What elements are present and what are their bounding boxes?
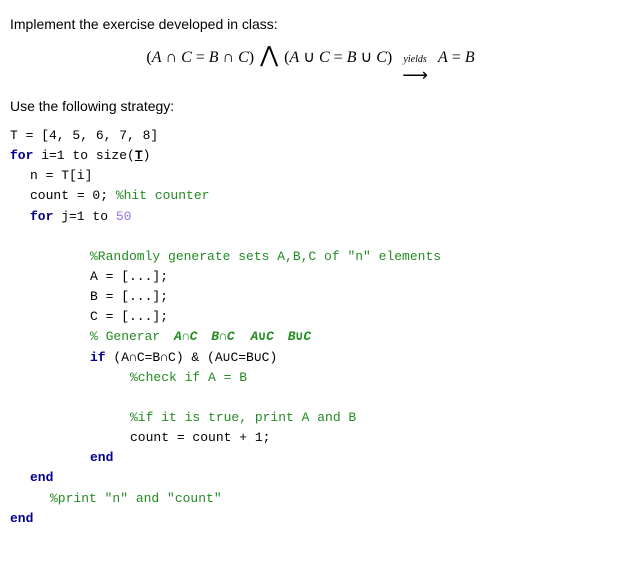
code-line-T: T = [4, 5, 6, 7, 8] [10,126,611,146]
count-plus-one: + 1; [231,430,270,445]
count-assign: = 0; [69,188,116,203]
code-line-if: if (A∩C=B∩C) & (A∪C=B∪C) [10,348,611,368]
yields-text: yields [403,54,426,65]
for1-close: ) [143,148,151,163]
code-line-count-incr: count = count + 1; [10,428,611,448]
math-formula-block: (A ∩ C = B ∩ C) ⋀ (A ∪ C = B ∪ C) yields… [10,42,611,84]
generar-BiC: B∩C [211,329,234,344]
generar-AiC: A∩C [174,329,197,344]
code-end1: end [10,448,611,468]
end-keyword-3: end [10,511,33,526]
gen-comment-text: %Randomly generate sets A,B,C of "n" ele… [90,249,441,264]
code-comment-check: %check if A = B [10,368,611,388]
code-end3: end [10,509,611,529]
code-block: T = [4, 5, 6, 7, 8] for i=1 to size(T) n… [10,126,611,529]
count-var-1: count [30,188,69,203]
n-assign: n = T[i] [30,168,92,183]
code-line-A: A = [...]; [10,267,611,287]
T-assign: T = [4, 5, 6, 7, 8] [10,128,158,143]
big-and-symbol: ⋀ [260,42,278,67]
code-line-n: n = T[i] [10,166,611,186]
if-keyword: if [90,350,106,365]
for1-rest: i=1 to size( [33,148,134,163]
hit-counter-comment: %hit counter [116,188,210,203]
code-line-B: B = [...]; [10,287,611,307]
count-eq: = [169,430,192,445]
code-comment-iftrue: %if it is true, print A and B [10,408,611,428]
for-keyword-2: for [30,209,53,224]
A-assign: A = [...]; [90,269,168,284]
generar-BuC: B∪C [288,329,311,344]
intro-line: Implement the exercise developed in clas… [10,16,611,32]
generar-comment-pct: % Generar [90,329,160,344]
if-condition: (A∩C=B∩C) & (A∪C=B∪C) [106,350,278,365]
check-comment-text: %check if A = B [130,370,247,385]
generar-AuC: A∪C [250,329,273,344]
print-comment-text: %print "n" and "count" [50,491,222,506]
blank-line-1 [10,227,611,247]
code-line-C: C = [...]; [10,307,611,327]
code-comment-generar: % Generar A∩C B∩C A∪C B∪C [10,327,611,347]
for-keyword-1: for [10,148,33,163]
num-50: 50 [116,209,132,224]
strategy-line: Use the following strategy: [10,98,611,114]
code-line-count-init: count = 0; %hit counter [10,186,611,206]
iftrue-comment-text: %if it is true, print A and B [130,410,356,425]
for1-T-bold: T [135,148,143,163]
count-var-3: count [192,430,231,445]
blank-line-2 [10,388,611,408]
code-line-for2: for j=1 to 50 [10,207,611,227]
end-keyword-1: end [90,450,113,465]
code-line-for1: for i=1 to size(T) [10,146,611,166]
formula-parens2: (A ∪ C = B ∪ C) [284,49,392,66]
for2-rest: j=1 to [53,209,115,224]
C-assign: C = [...]; [90,309,168,324]
count-var-2: count [130,430,169,445]
yields-arrow: yields ⟶ [402,54,428,84]
code-comment-print: %print "n" and "count" [10,489,611,509]
end-keyword-2: end [30,470,53,485]
yields-arrow-line: ⟶ [402,66,428,84]
formula-result: A = B [438,49,475,66]
formula-parens1: (A ∩ C = B ∩ C) [146,49,254,66]
B-assign: B = [...]; [90,289,168,304]
code-comment-gen: %Randomly generate sets A,B,C of "n" ele… [10,247,611,267]
code-end2: end [10,468,611,488]
